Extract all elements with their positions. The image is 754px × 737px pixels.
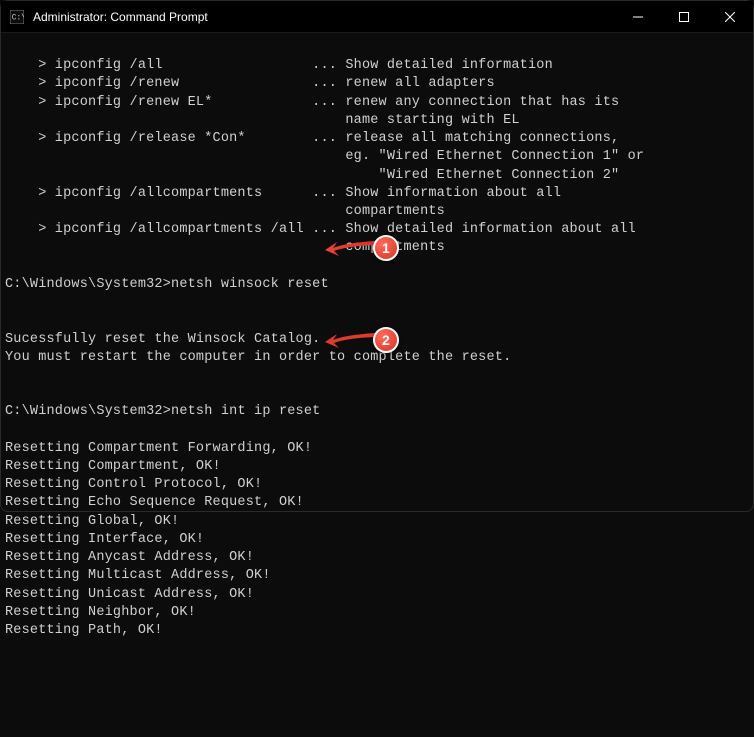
window-titlebar: C:\ Administrator: Command Prompt bbox=[1, 1, 753, 33]
maximize-button[interactable] bbox=[661, 1, 707, 32]
prompt-line-1: C:\Windows\System32>netsh winsock reset bbox=[5, 276, 749, 294]
prompt-line-2: C:\Windows\System32>netsh int ip reset bbox=[5, 403, 749, 421]
svg-text:C:\: C:\ bbox=[12, 13, 24, 22]
output-block-2: Resetting Compartment Forwarding, OK! Re… bbox=[5, 440, 749, 640]
prompt-path: C:\Windows\System32> bbox=[5, 404, 171, 419]
window-title: Administrator: Command Prompt bbox=[33, 10, 615, 24]
prompt-path: C:\Windows\System32> bbox=[5, 277, 171, 292]
window-controls bbox=[615, 1, 753, 32]
command-text: netsh int ip reset bbox=[171, 404, 320, 419]
terminal-content[interactable]: > ipconfig /all ... Show detailed inform… bbox=[1, 33, 753, 737]
close-button[interactable] bbox=[707, 1, 753, 32]
minimize-button[interactable] bbox=[615, 1, 661, 32]
help-output: > ipconfig /all ... Show detailed inform… bbox=[5, 57, 749, 257]
cmd-icon: C:\ bbox=[9, 9, 25, 25]
output-block-1: Sucessfully reset the Winsock Catalog. Y… bbox=[5, 312, 749, 385]
command-text: netsh winsock reset bbox=[171, 277, 329, 292]
